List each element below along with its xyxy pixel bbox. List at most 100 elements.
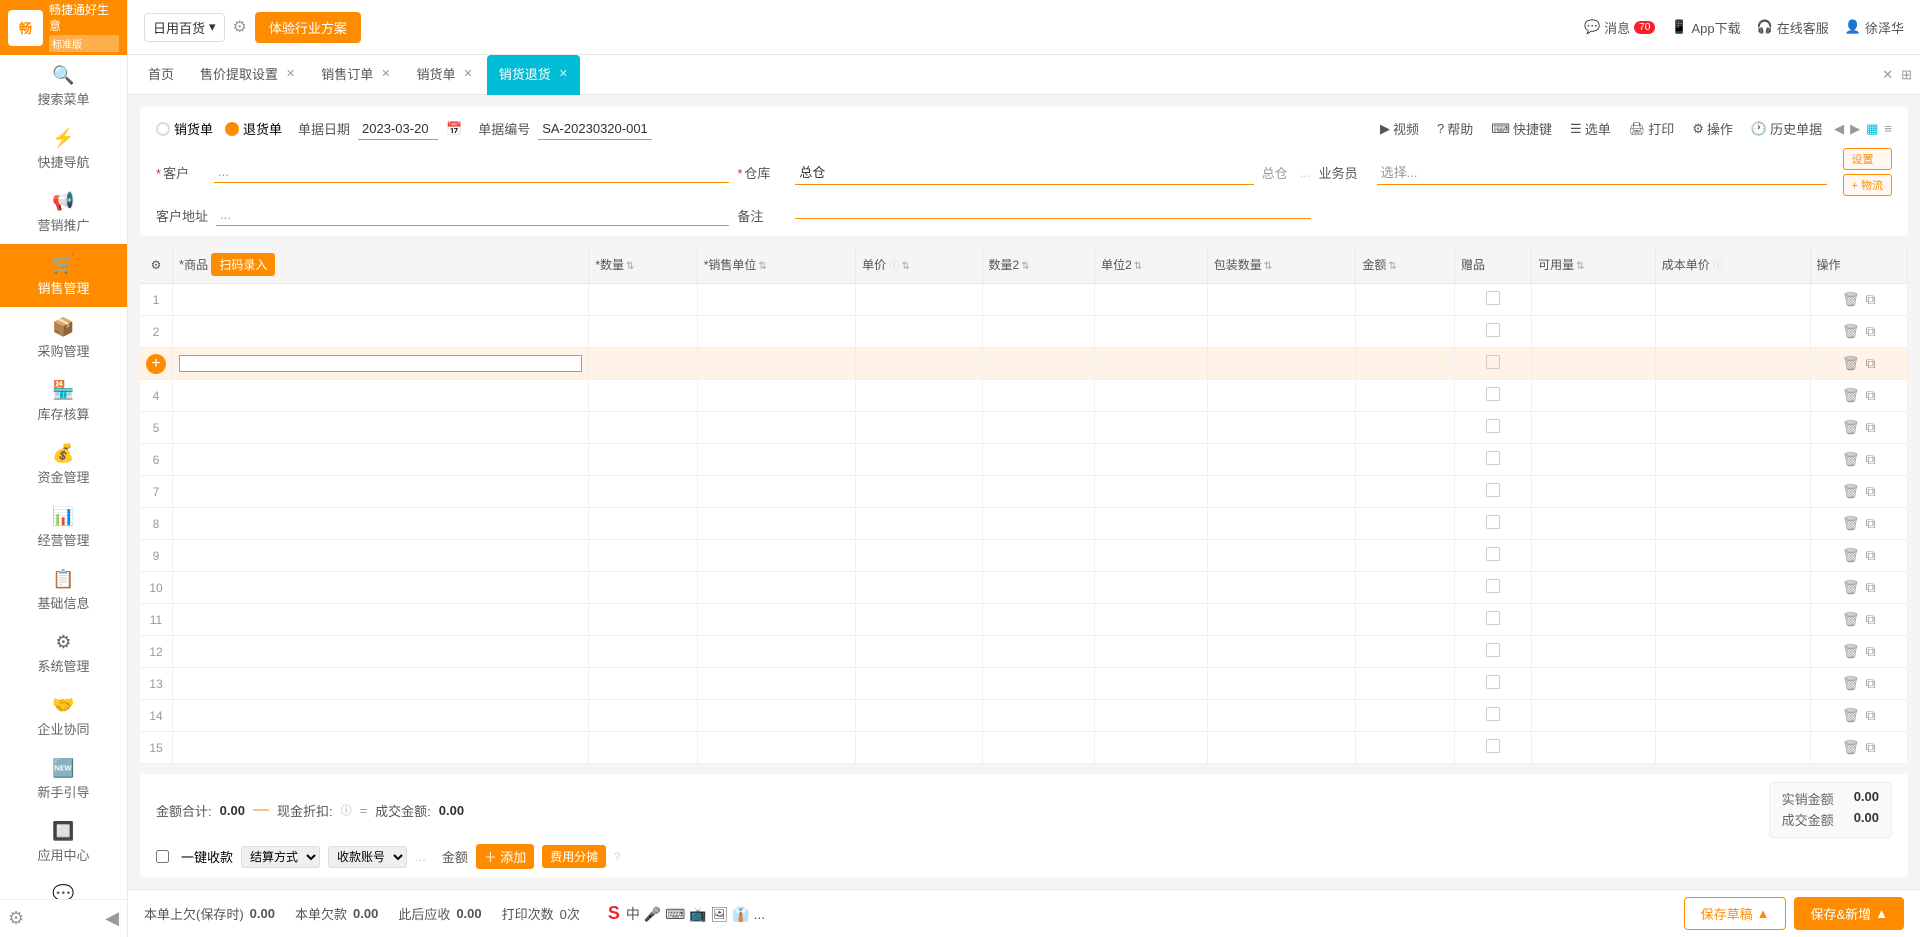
- row-2-available[interactable]: [1532, 316, 1656, 348]
- row-9-copy-icon[interactable]: ⧉: [1866, 547, 1876, 564]
- sidebar-item-purchase[interactable]: 📦 采购管理: [0, 307, 127, 370]
- row-10-qty[interactable]: [589, 572, 697, 604]
- tab-sales-return[interactable]: 销货退货 ✕: [487, 55, 580, 95]
- tab-grid-icon[interactable]: ⊞: [1901, 67, 1912, 83]
- row-5-product[interactable]: [173, 412, 589, 444]
- row-4-unit2[interactable]: [1095, 380, 1208, 412]
- tab-price-extract[interactable]: 售价提取设置 ✕: [188, 55, 307, 95]
- row-3-amount[interactable]: [1356, 348, 1455, 380]
- row-13-delete-icon[interactable]: 🗑: [1842, 675, 1860, 692]
- video-btn[interactable]: ▶ 视频: [1374, 117, 1425, 140]
- warehouse-more-icon[interactable]: ...: [1300, 165, 1311, 180]
- row-10-cost-price[interactable]: [1655, 572, 1810, 604]
- logistics-btn[interactable]: + 物流: [1843, 174, 1892, 196]
- row-9-qty2[interactable]: [982, 540, 1095, 572]
- save-new-button[interactable]: 保存&新增 ▲: [1794, 897, 1904, 930]
- row-7-pkg-qty[interactable]: [1207, 476, 1356, 508]
- row-14-gift[interactable]: [1455, 700, 1532, 732]
- row-4-gift-checkbox[interactable]: [1486, 387, 1500, 401]
- row-9-qty[interactable]: [589, 540, 697, 572]
- row-3-gift-checkbox[interactable]: [1486, 355, 1500, 369]
- customer-input[interactable]: ...: [214, 161, 729, 183]
- row-4-available[interactable]: [1532, 380, 1656, 412]
- row-14-qty2[interactable]: [982, 700, 1095, 732]
- row-8-unit2[interactable]: [1095, 508, 1208, 540]
- tab-home[interactable]: 首页: [136, 55, 186, 95]
- module-selector[interactable]: 日用百货 ▾: [144, 13, 225, 42]
- shortcut-btn[interactable]: ⌨ 快捷键: [1485, 117, 1558, 140]
- row-4-amount[interactable]: [1356, 380, 1455, 412]
- row-5-gift[interactable]: [1455, 412, 1532, 444]
- row-7-product[interactable]: [173, 476, 589, 508]
- sidebar-item-enterprise[interactable]: 🤝 企业协同: [0, 685, 127, 748]
- row-9-delete-icon[interactable]: 🗑: [1842, 547, 1860, 564]
- row-8-product[interactable]: [173, 508, 589, 540]
- row-11-available[interactable]: [1532, 604, 1656, 636]
- row-8-delete-icon[interactable]: 🗑: [1842, 515, 1860, 532]
- row-10-delete-icon[interactable]: 🗑: [1842, 579, 1860, 596]
- row-1-qty2[interactable]: [982, 284, 1095, 316]
- row-6-unit2[interactable]: [1095, 444, 1208, 476]
- row-1-delete-icon[interactable]: 🗑: [1842, 291, 1860, 308]
- row-5-gift-checkbox[interactable]: [1486, 419, 1500, 433]
- row-4-sales-unit[interactable]: [697, 380, 855, 412]
- row-13-unit2[interactable]: [1095, 668, 1208, 700]
- row-10-copy-icon[interactable]: ⧉: [1866, 579, 1876, 596]
- row-10-unit2[interactable]: [1095, 572, 1208, 604]
- settings-btn[interactable]: 设置: [1843, 148, 1892, 170]
- row-15-available[interactable]: [1532, 732, 1656, 764]
- row-15-cost-price[interactable]: [1655, 732, 1810, 764]
- row-14-unit-price[interactable]: [856, 700, 982, 732]
- row-10-sales-unit[interactable]: [697, 572, 855, 604]
- tab-delivery[interactable]: 销货单 ✕: [404, 55, 484, 95]
- row-13-gift-checkbox[interactable]: [1486, 675, 1500, 689]
- row-12-qty[interactable]: [589, 636, 697, 668]
- row-11-copy-icon[interactable]: ⧉: [1866, 611, 1876, 628]
- row-2-sales-unit[interactable]: [697, 316, 855, 348]
- user-profile[interactable]: 👤 徐泽华: [1845, 18, 1904, 37]
- row-3-product-input[interactable]: [179, 355, 582, 372]
- row-11-unit2[interactable]: [1095, 604, 1208, 636]
- row-11-delete-icon[interactable]: 🗑: [1842, 611, 1860, 628]
- sidebar-item-guide[interactable]: 🆕 新手引导: [0, 748, 127, 811]
- row-7-qty[interactable]: [589, 476, 697, 508]
- row-6-cost-price[interactable]: [1655, 444, 1810, 476]
- row-6-product[interactable]: [173, 444, 589, 476]
- operate-btn[interactable]: ⚙ 操作: [1686, 117, 1739, 140]
- remark-input[interactable]: [795, 212, 1310, 219]
- row-6-sales-unit[interactable]: [697, 444, 855, 476]
- bill-no-input[interactable]: SA-20230320-001: [538, 118, 652, 140]
- row-5-qty[interactable]: [589, 412, 697, 444]
- row-3-cost-price[interactable]: [1655, 348, 1810, 380]
- sidebar-item-sales[interactable]: 🛒 销售管理: [0, 244, 127, 307]
- row-11-product[interactable]: [173, 604, 589, 636]
- row-15-delete-icon[interactable]: 🗑: [1842, 739, 1860, 756]
- row-13-cost-price[interactable]: [1655, 668, 1810, 700]
- nav-next-icon[interactable]: ▶: [1850, 121, 1860, 137]
- collapse-icon[interactable]: ◀: [105, 908, 119, 929]
- sidebar-item-finance[interactable]: 💰 资金管理: [0, 433, 127, 496]
- row-13-unit-price[interactable]: [856, 668, 982, 700]
- row-9-unit-price[interactable]: [856, 540, 982, 572]
- select-btn[interactable]: ☰ 选单: [1564, 117, 1617, 140]
- row-7-gift-checkbox[interactable]: [1486, 483, 1500, 497]
- row-10-product[interactable]: [173, 572, 589, 604]
- row-7-cost-price[interactable]: [1655, 476, 1810, 508]
- account-more[interactable]: ...: [415, 849, 426, 864]
- radio-return[interactable]: 退货单: [225, 119, 282, 138]
- row-13-sales-unit[interactable]: [697, 668, 855, 700]
- row-10-pkg-qty[interactable]: [1207, 572, 1356, 604]
- row-12-amount[interactable]: [1356, 636, 1455, 668]
- row-8-gift[interactable]: [1455, 508, 1532, 540]
- row-15-unit2[interactable]: [1095, 732, 1208, 764]
- sidebar-item-apps[interactable]: 🔲 应用中心: [0, 811, 127, 874]
- row-2-copy-icon[interactable]: ⧉: [1866, 323, 1876, 340]
- row-8-qty[interactable]: [589, 508, 697, 540]
- row-11-gift[interactable]: [1455, 604, 1532, 636]
- row-4-unit-price[interactable]: [856, 380, 982, 412]
- row-7-copy-icon[interactable]: ⧉: [1866, 483, 1876, 500]
- row-12-pkg-qty[interactable]: [1207, 636, 1356, 668]
- row-1-unit-price[interactable]: [856, 284, 982, 316]
- row-6-gift[interactable]: [1455, 444, 1532, 476]
- row-15-gift[interactable]: [1455, 732, 1532, 764]
